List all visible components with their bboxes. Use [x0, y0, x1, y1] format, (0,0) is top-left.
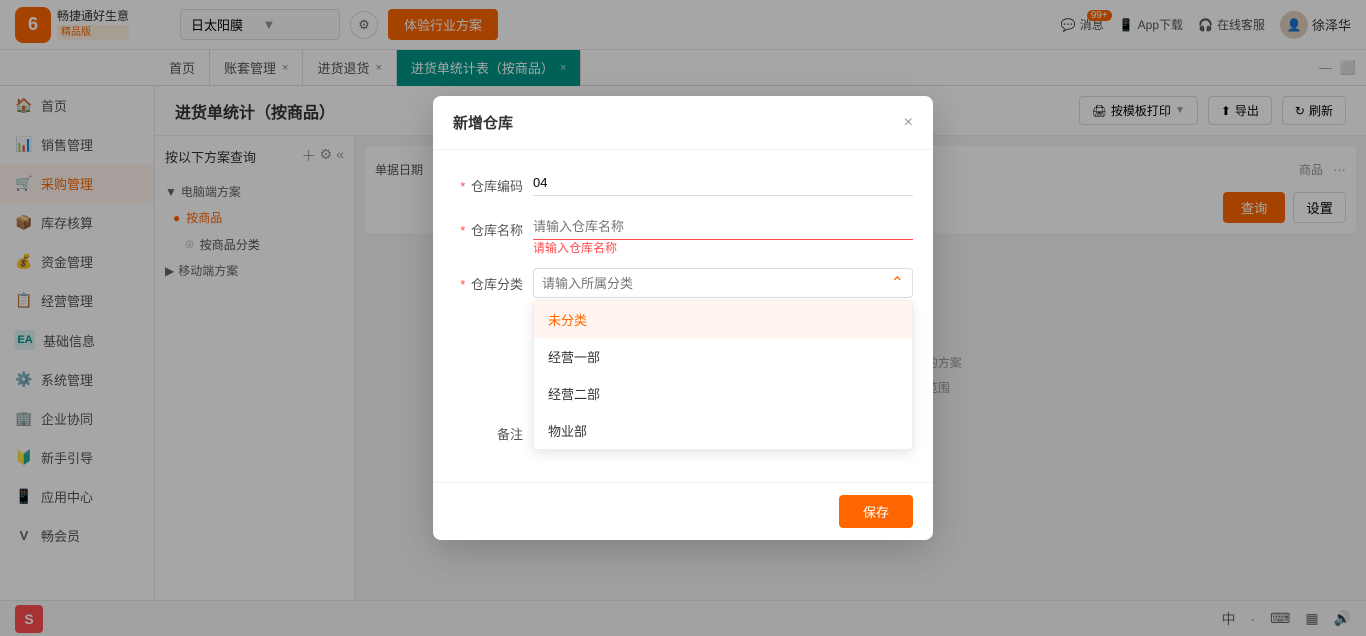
name-input-wrap: 请输入仓库名称 — [533, 214, 913, 240]
save-button[interactable]: 保存 — [839, 495, 913, 528]
category-select-wrap[interactable]: ⌃ — [533, 268, 913, 298]
category-dropdown: 未分类 经营一部 经营二部 物业部 — [533, 300, 913, 450]
category-input[interactable] — [542, 276, 891, 291]
note-label: 备注 — [453, 418, 533, 443]
category-required-star: * — [460, 277, 465, 292]
name-input[interactable] — [533, 214, 913, 240]
name-label: * 仓库名称 — [453, 214, 533, 239]
name-required-star: * — [460, 223, 465, 238]
form-row-name: * 仓库名称 请输入仓库名称 — [453, 214, 913, 240]
dropdown-item-1[interactable]: 经营一部 — [534, 338, 912, 375]
modal-body: * 仓库编码 * 仓库名称 请输入仓库名称 * 仓库分类 — [433, 150, 933, 482]
code-input[interactable] — [533, 170, 913, 196]
dropdown-item-3[interactable]: 物业部 — [534, 412, 912, 449]
modal-title: 新增仓库 — [453, 112, 513, 133]
modal-header: 新增仓库 × — [433, 96, 933, 150]
new-warehouse-modal: 新增仓库 × * 仓库编码 * 仓库名称 请输入仓库名称 — [433, 96, 933, 540]
form-row-category: * 仓库分类 ⌃ 未分类 经营一部 经营二部 物业部 — [453, 268, 913, 298]
code-input-wrap — [533, 170, 913, 196]
category-label: * 仓库分类 — [453, 268, 533, 293]
dropdown-item-0[interactable]: 未分类 — [534, 301, 912, 338]
modal-close-button[interactable]: × — [904, 114, 913, 132]
code-required-star: * — [460, 179, 465, 194]
name-error-msg: 请输入仓库名称 — [533, 239, 617, 256]
code-label: * 仓库编码 — [453, 170, 533, 195]
form-row-code: * 仓库编码 — [453, 170, 913, 196]
modal-footer: 保存 — [433, 482, 933, 540]
dropdown-item-2[interactable]: 经营二部 — [534, 375, 912, 412]
category-select-container: ⌃ 未分类 经营一部 经营二部 物业部 — [533, 268, 913, 298]
category-toggle-icon[interactable]: ⌃ — [891, 273, 904, 293]
